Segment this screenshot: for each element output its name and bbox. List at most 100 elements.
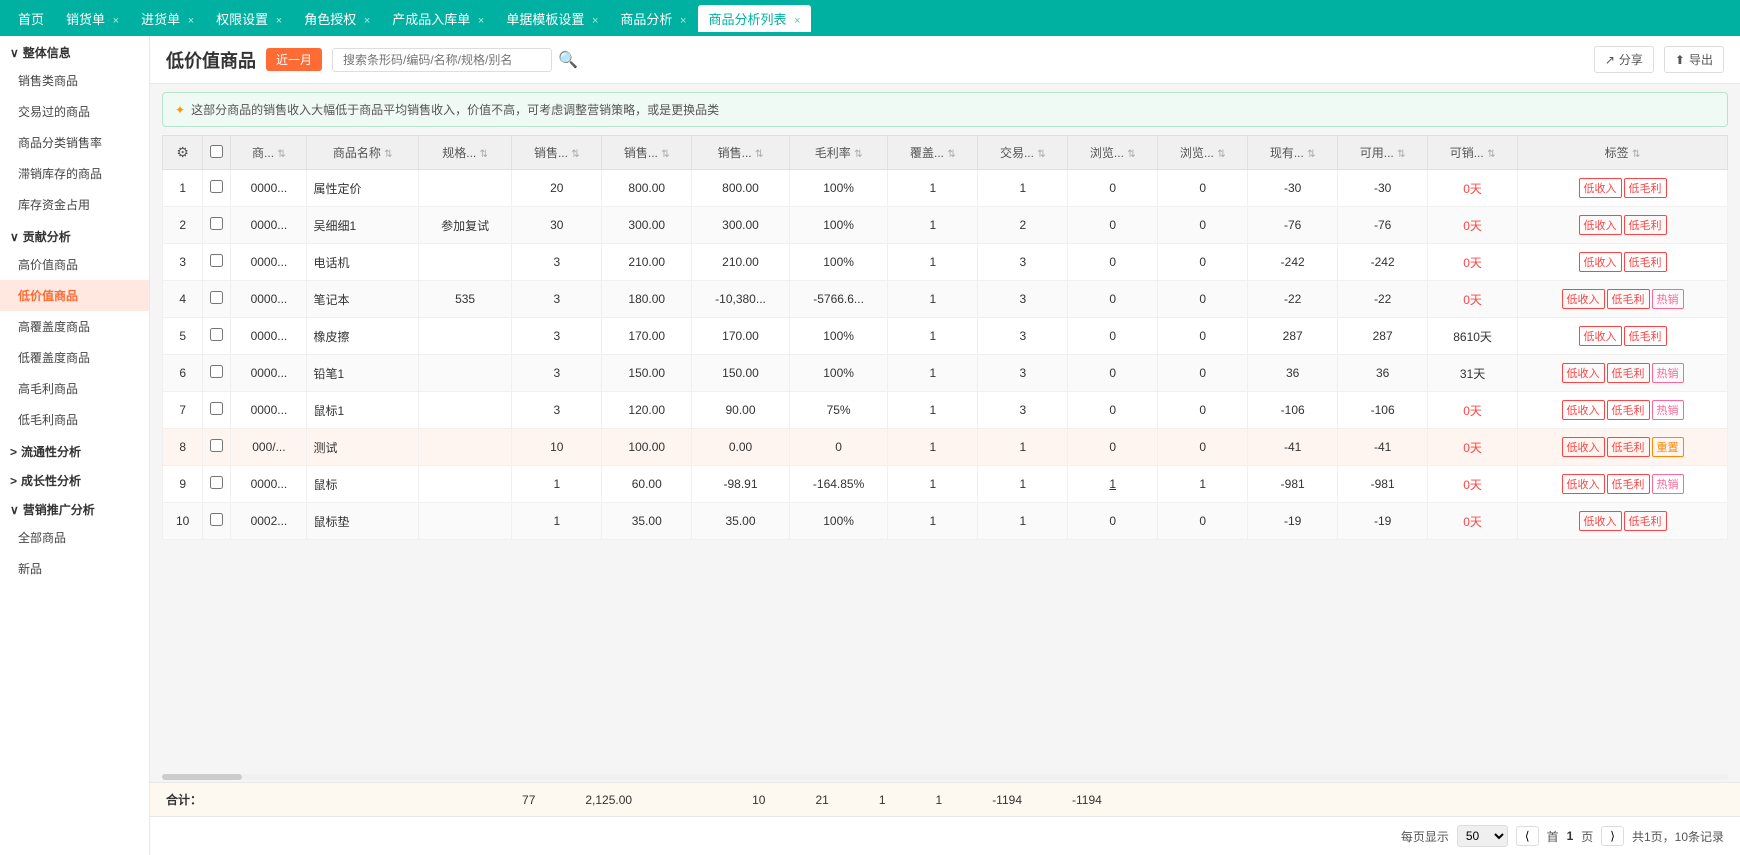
sidebar-item-high-value[interactable]: 高价值商品	[0, 249, 149, 280]
table-row[interactable]: 4 0000... 笔记本 535 3 180.00 -10,380... -5…	[163, 281, 1728, 318]
cell-checkbox[interactable]	[203, 207, 231, 244]
sidebar-item-category-sales[interactable]: 商品分类销售率	[0, 127, 149, 158]
nav-sales[interactable]: 销货单 ×	[56, 5, 129, 32]
cell-checkbox[interactable]	[203, 503, 231, 540]
sidebar-group-marketing[interactable]: ∨ 营销推广分析	[0, 493, 149, 522]
share-button[interactable]: ↗ 分享	[1594, 46, 1654, 73]
row-checkbox[interactable]	[210, 328, 223, 341]
cell-checkbox[interactable]	[203, 281, 231, 318]
col-stock2[interactable]: 可用... ⇅	[1338, 136, 1428, 170]
nav-analysis[interactable]: 商品分析 ×	[610, 5, 696, 32]
col-sale-amt[interactable]: 销售... ⇅	[602, 136, 692, 170]
nav-home[interactable]: 首页	[8, 5, 54, 32]
sidebar-item-high-margin[interactable]: 高毛利商品	[0, 373, 149, 404]
table-row[interactable]: 2 0000... 吴细细1 参加复试 30 300.00 300.00 100…	[163, 207, 1728, 244]
col-settings[interactable]: ⚙	[163, 136, 203, 170]
row-checkbox[interactable]	[210, 439, 223, 452]
scroll-thumb[interactable]	[162, 774, 242, 780]
cell-browse1[interactable]: 1	[1068, 466, 1158, 503]
row-checkbox[interactable]	[210, 476, 223, 489]
row-checkbox[interactable]	[210, 513, 223, 526]
col-code[interactable]: 商... ⇅	[231, 136, 307, 170]
cell-browse1[interactable]: 0	[1068, 355, 1158, 392]
col-browse1[interactable]: 浏览... ⇅	[1068, 136, 1158, 170]
search-icon[interactable]: 🔍	[558, 50, 578, 70]
table-row[interactable]: 6 0000... 铅笔1 3 150.00 150.00 100% 1 3 0…	[163, 355, 1728, 392]
sidebar-item-high-coverage[interactable]: 高覆盖度商品	[0, 311, 149, 342]
settings-icon[interactable]: ⚙	[176, 144, 189, 160]
row-checkbox[interactable]	[210, 402, 223, 415]
table-row[interactable]: 7 0000... 鼠标1 3 120.00 90.00 75% 1 3 0 0…	[163, 392, 1728, 429]
browse-link[interactable]: 0	[1109, 218, 1116, 232]
table-row[interactable]: 8 000/... 测试 10 100.00 0.00 0 1 1 0 0 -4…	[163, 429, 1728, 466]
cell-browse1[interactable]: 0	[1068, 281, 1158, 318]
cell-browse1[interactable]: 0	[1068, 207, 1158, 244]
col-checkbox[interactable]	[203, 136, 231, 170]
close-icon[interactable]: ×	[680, 15, 686, 27]
nav-template[interactable]: 单据模板设置 ×	[496, 5, 608, 32]
row-checkbox[interactable]	[210, 291, 223, 304]
per-page-select[interactable]: 50 100 200	[1457, 825, 1508, 847]
browse-link[interactable]: 0	[1109, 403, 1116, 417]
browse-link[interactable]: 0	[1109, 255, 1116, 269]
cell-checkbox[interactable]	[203, 466, 231, 503]
sidebar-group-overview[interactable]: ∨ 整体信息	[0, 36, 149, 65]
filter-button[interactable]: 近一月	[266, 48, 322, 71]
nav-purchase[interactable]: 进货单 ×	[131, 5, 204, 32]
cell-checkbox[interactable]	[203, 318, 231, 355]
sidebar-group-contribution[interactable]: ∨ 贡献分析	[0, 220, 149, 249]
nav-role[interactable]: 角色授权 ×	[294, 5, 380, 32]
close-icon[interactable]: ×	[478, 15, 484, 27]
horizontal-scrollbar[interactable]	[162, 774, 1728, 780]
table-row[interactable]: 5 0000... 橡皮擦 3 170.00 170.00 100% 1 3 0…	[163, 318, 1728, 355]
col-tags[interactable]: 标签 ⇅	[1518, 136, 1728, 170]
row-checkbox[interactable]	[210, 365, 223, 378]
col-spec[interactable]: 规格... ⇅	[418, 136, 511, 170]
cell-checkbox[interactable]	[203, 170, 231, 207]
sidebar-item-all-goods[interactable]: 全部商品	[0, 522, 149, 553]
col-coverage[interactable]: 覆盖... ⇅	[888, 136, 978, 170]
col-name[interactable]: 商品名称 ⇅	[307, 136, 418, 170]
nav-analysis-list[interactable]: 商品分析列表 ×	[698, 5, 810, 32]
sidebar-item-new-goods[interactable]: 新品	[0, 553, 149, 584]
row-checkbox[interactable]	[210, 254, 223, 267]
browse-link[interactable]: 0	[1109, 181, 1116, 195]
table-row[interactable]: 10 0002... 鼠标垫 1 35.00 35.00 100% 1 1 0 …	[163, 503, 1728, 540]
close-icon[interactable]: ×	[364, 15, 370, 27]
browse-link[interactable]: 0	[1109, 366, 1116, 380]
row-checkbox[interactable]	[210, 180, 223, 193]
col-gross-rate[interactable]: 毛利率 ⇅	[789, 136, 888, 170]
cell-checkbox[interactable]	[203, 355, 231, 392]
next-page-btn[interactable]: ⟩	[1601, 826, 1624, 846]
sidebar-item-traded[interactable]: 交易过的商品	[0, 96, 149, 127]
row-checkbox[interactable]	[210, 217, 223, 230]
sidebar-item-capital[interactable]: 库存资金占用	[0, 189, 149, 220]
col-trade[interactable]: 交易... ⇅	[978, 136, 1068, 170]
cell-browse1[interactable]: 0	[1068, 429, 1158, 466]
sidebar-item-low-margin[interactable]: 低毛利商品	[0, 404, 149, 435]
select-all-checkbox[interactable]	[210, 145, 223, 158]
sidebar-item-low-value[interactable]: 低价值商品	[0, 280, 149, 311]
table-row[interactable]: 9 0000... 鼠标 1 60.00 -98.91 -164.85% 1 1…	[163, 466, 1728, 503]
browse-link[interactable]: 0	[1109, 440, 1116, 454]
col-browse2[interactable]: 浏览... ⇅	[1158, 136, 1248, 170]
browse-link[interactable]: 0	[1109, 514, 1116, 528]
first-page-btn[interactable]: ⟨	[1516, 826, 1539, 846]
close-icon[interactable]: ×	[276, 15, 282, 27]
sidebar-item-stagnant[interactable]: 滞销库存的商品	[0, 158, 149, 189]
table-row[interactable]: 3 0000... 电话机 3 210.00 210.00 100% 1 3 0…	[163, 244, 1728, 281]
close-icon[interactable]: ×	[592, 15, 598, 27]
col-sale-qty[interactable]: 销售... ⇅	[512, 136, 602, 170]
nav-instock[interactable]: 产成品入库单 ×	[382, 5, 494, 32]
col-sale-profit[interactable]: 销售... ⇅	[692, 136, 790, 170]
close-icon[interactable]: ×	[794, 15, 800, 27]
cell-checkbox[interactable]	[203, 429, 231, 466]
export-button[interactable]: ⬆ 导出	[1664, 46, 1724, 73]
sidebar-item-low-coverage[interactable]: 低覆盖度商品	[0, 342, 149, 373]
cell-browse1[interactable]: 0	[1068, 318, 1158, 355]
table-row[interactable]: 1 0000... 属性定价 20 800.00 800.00 100% 1 1…	[163, 170, 1728, 207]
nav-permission[interactable]: 权限设置 ×	[206, 5, 292, 32]
cell-browse1[interactable]: 0	[1068, 244, 1158, 281]
browse-link[interactable]: 0	[1109, 292, 1116, 306]
browse-link[interactable]: 1	[1109, 477, 1116, 491]
